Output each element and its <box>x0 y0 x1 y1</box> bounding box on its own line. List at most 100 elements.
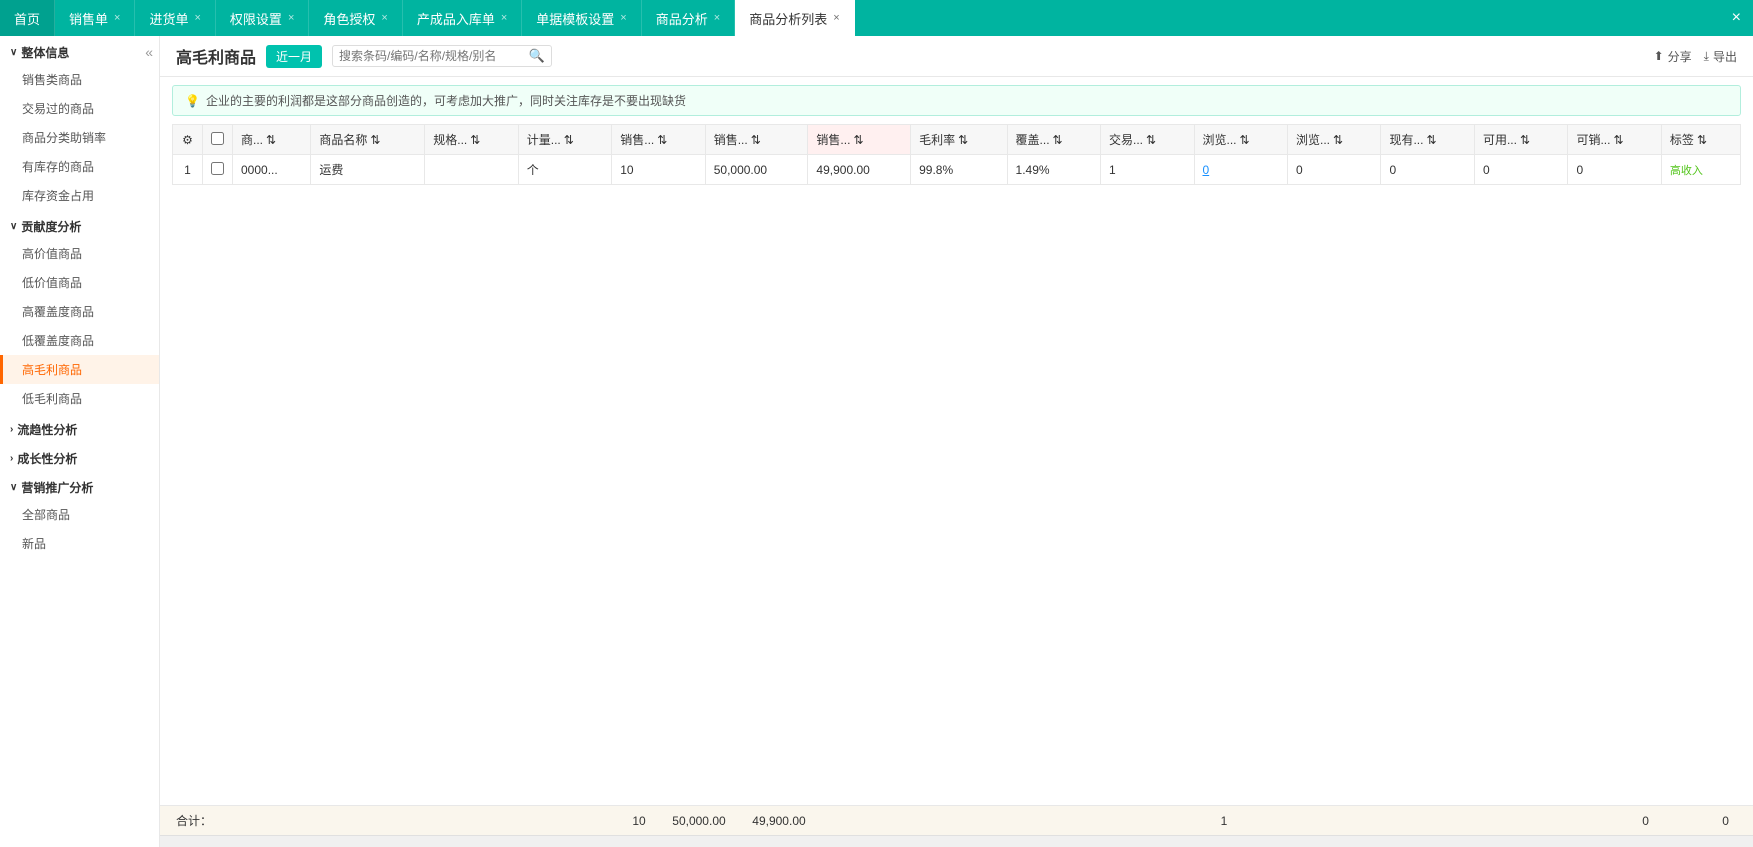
col-tag[interactable]: 标签⇅ <box>1661 125 1740 155</box>
close-analysis[interactable]: × <box>714 12 720 24</box>
table-row: 1 0000... 运费 个 10 50,000.00 49,900.00 99 <box>173 155 1741 185</box>
footer-transaction: 1 <box>1155 814 1235 828</box>
row-available-stock: 0 <box>1474 155 1567 185</box>
export-btn[interactable]: ⤓ 导出 <box>1704 48 1737 65</box>
search-input[interactable] <box>339 49 529 63</box>
footer-sales-qty: 10 <box>574 814 654 828</box>
nav-analysis-list[interactable]: 商品分析列表 × <box>735 0 854 36</box>
close-analysis-list[interactable]: × <box>833 12 839 24</box>
row-gross-rate: 99.8% <box>911 155 1007 185</box>
sidebar-group-trend[interactable]: › 流趋性分析 <box>0 413 159 442</box>
horizontal-scrollbar[interactable] <box>160 835 1753 847</box>
sidebar-group-growth[interactable]: › 成长性分析 <box>0 442 159 471</box>
page-title: 高毛利商品 <box>176 44 256 68</box>
sidebar-item-category-rate[interactable]: 商品分类助销率 <box>0 123 159 152</box>
close-all-tabs[interactable]: × <box>1720 0 1753 36</box>
col-browse1[interactable]: 浏览...⇅ <box>1194 125 1287 155</box>
content-header: 高毛利商品 近一月 🔍 ⬆ 分享 ⤓ 导出 <box>160 36 1753 77</box>
sidebar-group-marketing[interactable]: ∨ 营销推广分析 <box>0 471 159 500</box>
sidebar-item-stock-capital[interactable]: 库存资金占用 <box>0 181 159 210</box>
row-browse1[interactable]: 0 <box>1194 155 1287 185</box>
content-area: 高毛利商品 近一月 🔍 ⬆ 分享 ⤓ 导出 <box>160 36 1753 847</box>
row-checkbox <box>203 155 233 185</box>
col-name[interactable]: 商品名称⇅ <box>311 125 425 155</box>
col-available-stock[interactable]: 可用...⇅ <box>1474 125 1567 155</box>
sidebar-item-low-value[interactable]: 低价值商品 <box>0 268 159 297</box>
sidebar-item-all-goods[interactable]: 全部商品 <box>0 500 159 529</box>
col-gross-rate[interactable]: 毛利率⇅ <box>911 125 1007 155</box>
col-unit[interactable]: 计量...⇅ <box>518 125 611 155</box>
sidebar-item-high-coverage[interactable]: 高覆盖度商品 <box>0 297 159 326</box>
sidebar-group-overall[interactable]: ∨ 整体信息 <box>0 36 159 65</box>
sidebar-item-traded-goods[interactable]: 交易过的商品 <box>0 94 159 123</box>
info-text: 企业的主要的利润都是这部分商品创造的，可考虑加大推广，同时关注库存是不要出现缺货 <box>206 92 686 109</box>
header-actions: ⬆ 分享 ⤓ 导出 <box>1654 48 1737 65</box>
info-banner: 💡 企业的主要的利润都是这部分商品创造的，可考虑加大推广，同时关注库存是不要出现… <box>172 85 1741 116</box>
row-sellable-stock: 0 <box>1568 155 1661 185</box>
close-roles[interactable]: × <box>381 12 387 24</box>
close-purchase[interactable]: × <box>194 12 200 24</box>
col-browse2[interactable]: 浏览...⇅ <box>1287 125 1380 155</box>
arrow-overall: ∨ <box>10 47 17 58</box>
row-browse2: 0 <box>1287 155 1380 185</box>
nav-roles[interactable]: 角色授权 × <box>309 0 402 36</box>
row-spec <box>425 155 518 185</box>
sidebar-item-new-goods[interactable]: 新品 <box>0 529 159 558</box>
col-sellable-stock[interactable]: 可销...⇅ <box>1568 125 1661 155</box>
nav-permissions[interactable]: 权限设置 × <box>216 0 309 36</box>
sidebar: « ∨ 整体信息 销售类商品 交易过的商品 商品分类助销率 有库存的商品 库存资… <box>0 36 160 847</box>
row-select-checkbox[interactable] <box>211 162 224 175</box>
col-coverage[interactable]: 覆盖...⇅ <box>1007 125 1100 155</box>
sidebar-item-in-stock[interactable]: 有库存的商品 <box>0 152 159 181</box>
row-index: 1 <box>173 155 203 185</box>
col-code[interactable]: 商...⇅ <box>233 125 311 155</box>
table-footer: 合计： 10 50,000.00 49,900.00 1 0 0 <box>160 805 1753 835</box>
arrow-growth: › <box>10 453 13 464</box>
export-icon: ⤓ <box>1704 49 1709 64</box>
arrow-contribution: ∨ <box>10 221 17 232</box>
col-spec[interactable]: 规格...⇅ <box>425 125 518 155</box>
col-transaction[interactable]: 交易...⇅ <box>1101 125 1194 155</box>
filter-recent-month-btn[interactable]: 近一月 <box>266 45 322 68</box>
footer-available-stock: 0 <box>1657 814 1737 828</box>
close-warehouse[interactable]: × <box>501 12 507 24</box>
sidebar-item-low-margin[interactable]: 低毛利商品 <box>0 384 159 413</box>
nav-warehouse[interactable]: 产成品入库单 × <box>403 0 522 36</box>
select-all-checkbox[interactable] <box>211 132 224 145</box>
share-btn[interactable]: ⬆ 分享 <box>1654 48 1692 65</box>
arrow-trend: › <box>10 424 13 435</box>
close-permissions[interactable]: × <box>288 12 294 24</box>
row-tag: 高收入 <box>1661 155 1740 185</box>
nav-purchase[interactable]: 进货单 × <box>135 0 215 36</box>
table-header-row: ⚙ 商...⇅ 商品名称⇅ 规 <box>173 125 1741 155</box>
col-sales-profit[interactable]: 销售...⇅ <box>808 125 911 155</box>
sidebar-item-high-value[interactable]: 高价值商品 <box>0 239 159 268</box>
nav-home[interactable]: 首页 <box>0 0 55 36</box>
col-current-stock[interactable]: 现有...⇅ <box>1381 125 1474 155</box>
row-transaction: 1 <box>1101 155 1194 185</box>
sidebar-item-high-margin[interactable]: 高毛利商品 <box>0 355 159 384</box>
close-template[interactable]: × <box>620 12 626 24</box>
row-code: 0000... <box>233 155 311 185</box>
row-coverage: 1.49% <box>1007 155 1100 185</box>
col-sales-qty[interactable]: 销售...⇅ <box>612 125 705 155</box>
nav-analysis[interactable]: 商品分析 × <box>642 0 735 36</box>
sidebar-collapse-btn[interactable]: « <box>145 44 153 60</box>
col-settings[interactable]: ⚙ <box>173 125 203 155</box>
row-unit: 个 <box>518 155 611 185</box>
row-sales-qty: 10 <box>612 155 705 185</box>
col-sales-amount[interactable]: 销售...⇅ <box>705 125 808 155</box>
sidebar-item-sales-goods[interactable]: 销售类商品 <box>0 65 159 94</box>
top-nav: 首页 销售单 × 进货单 × 权限设置 × 角色授权 × 产成品入库单 × 单据… <box>0 0 1753 36</box>
sidebar-group-contribution[interactable]: ∨ 贡献度分析 <box>0 210 159 239</box>
row-current-stock: 0 <box>1381 155 1474 185</box>
nav-sales[interactable]: 销售单 × <box>55 0 135 36</box>
close-sales[interactable]: × <box>114 12 120 24</box>
sidebar-item-low-coverage[interactable]: 低覆盖度商品 <box>0 326 159 355</box>
tag-label: 高收入 <box>1670 165 1703 177</box>
nav-template[interactable]: 单据模板设置 × <box>522 0 641 36</box>
row-sales-profit: 49,900.00 <box>808 155 911 185</box>
search-icon[interactable]: 🔍 <box>529 48 545 64</box>
row-name: 运费 <box>311 155 425 185</box>
table-container: ⚙ 商...⇅ 商品名称⇅ 规 <box>160 124 1753 805</box>
